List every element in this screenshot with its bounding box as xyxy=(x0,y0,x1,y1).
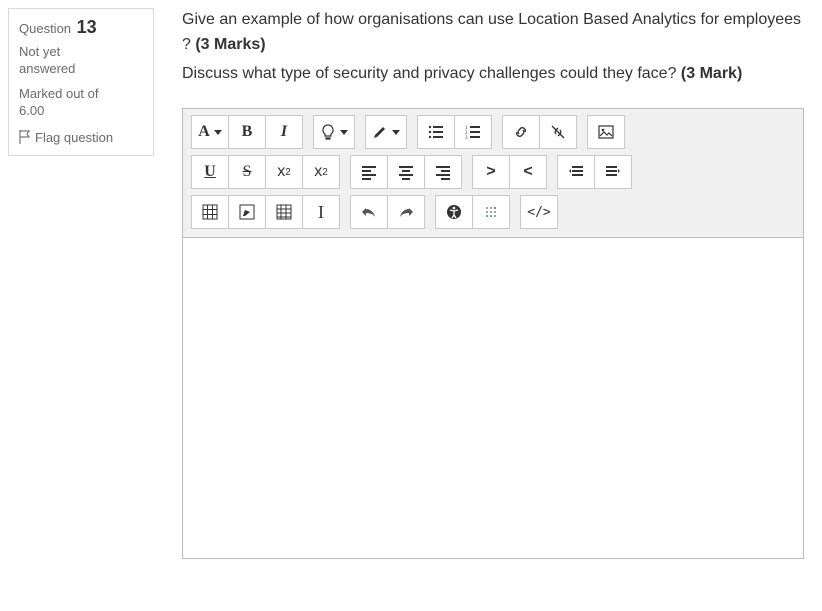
question-info-card: Question 13 Not yet answered Marked out … xyxy=(8,8,154,156)
prompt-paragraph-1: Give an example of how organisations can… xyxy=(182,8,804,58)
question-label: Question xyxy=(19,21,71,36)
flag-icon xyxy=(19,130,31,144)
link-icon xyxy=(513,124,529,140)
align-left-button[interactable] xyxy=(350,155,388,189)
image-button[interactable] xyxy=(587,115,625,149)
align-center-icon xyxy=(398,164,414,180)
list-ol-icon: 123 xyxy=(465,124,481,140)
italic-button[interactable]: I xyxy=(265,115,303,149)
toolbar-row-1: A B I xyxy=(191,115,795,149)
editor-toolbar: A B I xyxy=(183,109,803,238)
question-prompt: Give an example of how organisations can… xyxy=(182,8,804,86)
align-center-button[interactable] xyxy=(387,155,425,189)
paragraph-style-button[interactable]: A xyxy=(191,115,229,149)
accessibility-button[interactable] xyxy=(435,195,473,229)
flag-question-label: Flag question xyxy=(35,130,113,145)
brush-icon xyxy=(372,124,388,140)
caret-down-icon xyxy=(340,130,348,135)
ltr-button[interactable] xyxy=(557,155,595,189)
image-icon xyxy=(598,124,614,140)
ordered-list-button[interactable]: 123 xyxy=(454,115,492,149)
screenreader-button[interactable] xyxy=(472,195,510,229)
redo-icon xyxy=(398,204,414,220)
subscript-button[interactable]: x2 xyxy=(265,155,303,189)
ltr-icon xyxy=(568,164,584,180)
clear-format-button[interactable]: I xyxy=(302,195,340,229)
question-status: Not yet answered xyxy=(19,44,143,78)
prompt-paragraph-2: Discuss what type of security and privac… xyxy=(182,62,804,87)
pencil-box-icon xyxy=(239,204,255,220)
undo-icon xyxy=(361,204,377,220)
question-number: 13 xyxy=(77,17,97,37)
toolbar-row-2: U S x2 x2 xyxy=(191,155,795,189)
redo-button[interactable] xyxy=(387,195,425,229)
question-marks: Marked out of 6.00 xyxy=(19,86,143,120)
caret-down-icon xyxy=(214,130,222,135)
unlink-icon xyxy=(550,124,566,140)
indent-less-button[interactable]: < xyxy=(509,155,547,189)
flag-question-link[interactable]: Flag question xyxy=(19,130,143,145)
undo-button[interactable] xyxy=(350,195,388,229)
svg-text:3: 3 xyxy=(465,136,468,140)
rich-text-editor: A B I xyxy=(182,108,804,559)
rtl-icon xyxy=(605,164,621,180)
table-icon xyxy=(276,204,292,220)
braille-icon xyxy=(483,204,499,220)
accessibility-icon xyxy=(446,204,462,220)
question-main: Give an example of how organisations can… xyxy=(182,8,814,559)
question-page: Question 13 Not yet answered Marked out … xyxy=(0,0,822,567)
highlight-button[interactable] xyxy=(365,115,407,149)
unlink-button[interactable] xyxy=(539,115,577,149)
table-button[interactable] xyxy=(265,195,303,229)
editor-textarea[interactable] xyxy=(183,238,803,558)
link-button[interactable] xyxy=(502,115,540,149)
list-ul-icon xyxy=(428,124,444,140)
align-right-button[interactable] xyxy=(424,155,462,189)
font-color-button[interactable] xyxy=(313,115,355,149)
toolbar-row-3: I xyxy=(191,195,795,229)
unordered-list-button[interactable] xyxy=(417,115,455,149)
align-right-icon xyxy=(435,164,451,180)
question-number-line: Question 13 xyxy=(19,17,143,38)
bold-button[interactable]: B xyxy=(228,115,266,149)
superscript-button[interactable]: x2 xyxy=(302,155,340,189)
align-left-icon xyxy=(361,164,377,180)
caret-down-icon xyxy=(392,130,400,135)
strikethrough-button[interactable]: S xyxy=(228,155,266,189)
indent-more-button[interactable]: > xyxy=(472,155,510,189)
underline-button[interactable]: U xyxy=(191,155,229,189)
grid-icon xyxy=(202,204,218,220)
html-source-button[interactable]: </> xyxy=(520,195,558,229)
lightbulb-icon xyxy=(320,124,336,140)
edit-button[interactable] xyxy=(228,195,266,229)
rtl-button[interactable] xyxy=(594,155,632,189)
equation-button[interactable] xyxy=(191,195,229,229)
